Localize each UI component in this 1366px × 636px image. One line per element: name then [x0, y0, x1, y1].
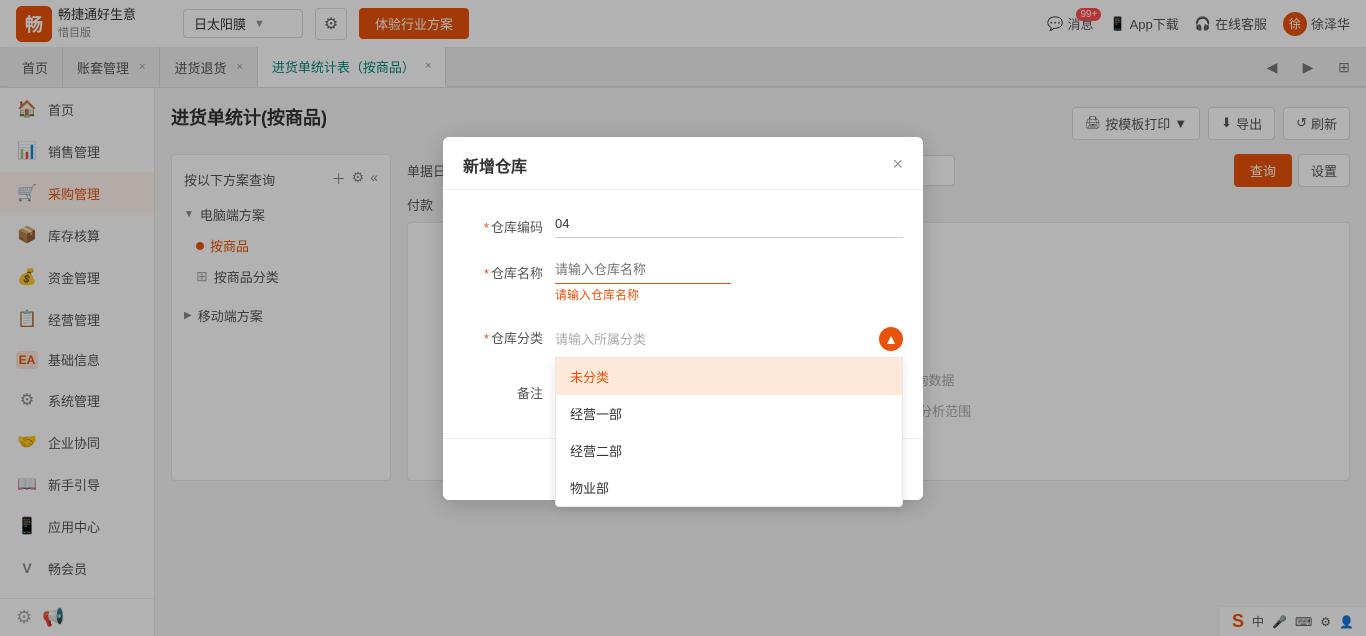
- category-placeholder: 请输入所属分类: [555, 329, 646, 348]
- category-dropdown-list: 未分类 经营一部 经营二部 物业部: [555, 357, 903, 507]
- dropdown-option-dept1[interactable]: 经营一部: [556, 395, 902, 432]
- code-field-row: *仓库编码: [463, 210, 903, 238]
- dropdown-option-dept2[interactable]: 经营二部: [556, 432, 902, 469]
- category-label: *仓库分类: [463, 321, 543, 347]
- category-dropdown-trigger[interactable]: 请输入所属分类 ▲: [555, 321, 903, 358]
- modal-close-button[interactable]: ×: [892, 154, 903, 175]
- dropdown-option-uncategorized[interactable]: 未分类: [556, 358, 902, 395]
- modal-header: 新增仓库 ×: [443, 137, 923, 190]
- new-warehouse-modal: 新增仓库 × *仓库编码 *仓库名称 请输入仓库名称: [443, 137, 923, 500]
- name-field-row: *仓库名称 请输入仓库名称: [463, 256, 903, 303]
- name-label: *仓库名称: [463, 256, 543, 282]
- modal-body: *仓库编码 *仓库名称 请输入仓库名称 *仓库分类: [443, 190, 923, 430]
- dropdown-arrow-icon: ▲: [879, 327, 903, 351]
- category-field-row: *仓库分类 请输入所属分类 ▲ 未分类 经营一部: [463, 321, 903, 358]
- modal-overlay: 新增仓库 × *仓库编码 *仓库名称 请输入仓库名称: [0, 0, 1366, 636]
- code-label: *仓库编码: [463, 210, 543, 236]
- name-input[interactable]: [555, 256, 731, 284]
- code-input[interactable]: [555, 210, 903, 238]
- dropdown-option-property[interactable]: 物业部: [556, 469, 902, 506]
- name-error-hint: 请输入仓库名称: [555, 286, 903, 303]
- modal-title: 新增仓库: [463, 153, 527, 177]
- name-field-wrap: 请输入仓库名称: [555, 256, 903, 303]
- category-field-wrap: 请输入所属分类 ▲ 未分类 经营一部 经营二部: [555, 321, 903, 358]
- notes-label: 备注: [463, 376, 543, 402]
